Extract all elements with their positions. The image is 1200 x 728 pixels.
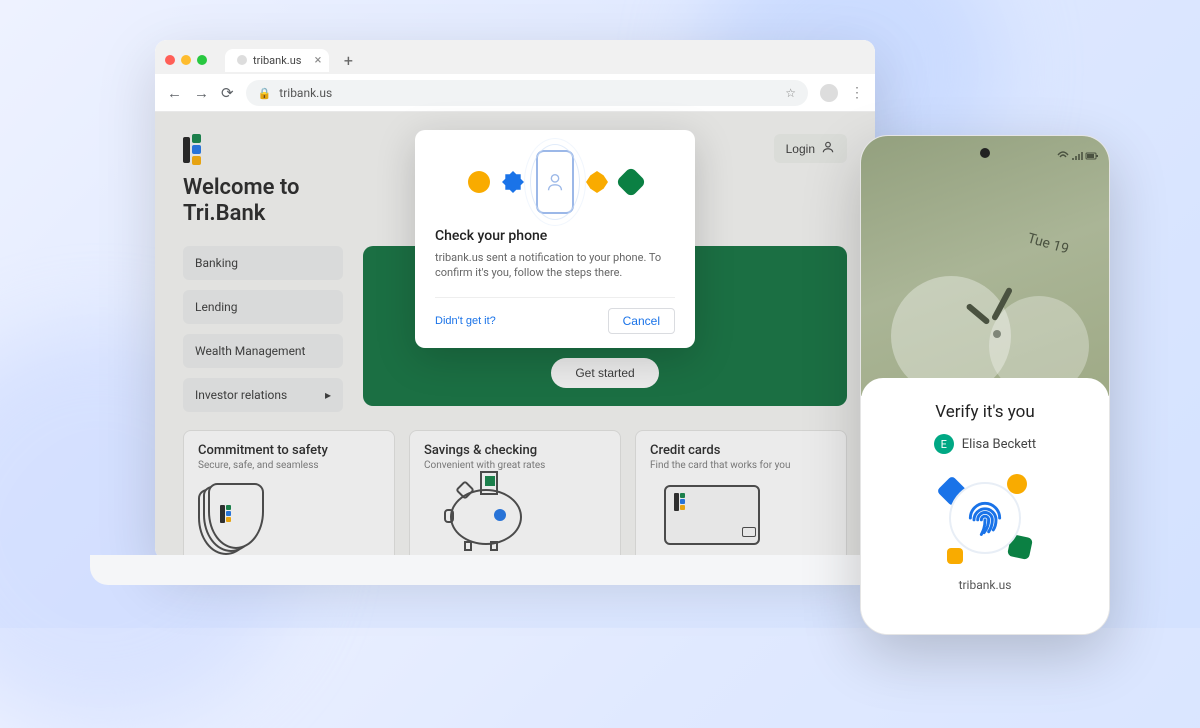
- dialog-title: Check your phone: [435, 228, 675, 244]
- chevron-right-icon: ▸: [325, 388, 331, 402]
- signal-icon: [1071, 146, 1081, 156]
- verify-site-label: tribank.us: [881, 578, 1089, 592]
- wifi-icon: [1057, 146, 1067, 156]
- shield-illustration: [198, 481, 380, 560]
- menu-item-banking[interactable]: Banking: [183, 246, 343, 280]
- user-row: E Elisa Beckett: [881, 434, 1089, 454]
- phone-frame: Tue 19 Verify it's you E Elisa Beckett: [860, 135, 1110, 635]
- address-text: tribank.us: [279, 86, 332, 100]
- verify-sheet: Verify it's you E Elisa Beckett tribank.…: [861, 378, 1109, 635]
- phone-wallpaper: Tue 19: [861, 136, 1109, 396]
- user-avatar-icon: E: [934, 434, 954, 454]
- battery-icon: [1085, 146, 1095, 156]
- browser-menu-icon[interactable]: ⋮: [850, 85, 863, 101]
- card-subtitle: Secure, safe, and seamless: [198, 460, 380, 471]
- feature-cards: Commitment to safety Secure, safe, and s…: [183, 430, 847, 560]
- card-subtitle: Convenient with great rates: [424, 460, 606, 471]
- dialog-illustration: [435, 150, 675, 214]
- card-subtitle: Find the card that works for you: [650, 460, 832, 471]
- diamond-icon: [615, 166, 646, 197]
- user-name: Elisa Beckett: [962, 437, 1036, 452]
- dialog-actions: Didn't get it? Cancel: [435, 297, 675, 334]
- get-started-button[interactable]: Get started: [551, 358, 658, 388]
- favicon-icon: [237, 55, 247, 65]
- lock-icon: 🔒: [258, 87, 272, 100]
- creditcard-illustration: [650, 481, 832, 560]
- bookmark-star-icon[interactable]: ☆: [785, 86, 796, 100]
- circle-icon: [1007, 474, 1027, 494]
- cancel-button[interactable]: Cancel: [608, 308, 675, 334]
- fingerprint-button[interactable]: [939, 472, 1031, 564]
- phone-status-icons: [1057, 146, 1095, 156]
- close-window-icon[interactable]: [165, 55, 175, 65]
- fingerprint-icon: [949, 482, 1021, 554]
- browser-chrome: tribank.us × + ← → ⟳ 🔒 tribank.us ☆ ⋮: [155, 40, 875, 112]
- browser-toolbar: ← → ⟳ 🔒 tribank.us ☆ ⋮: [155, 74, 875, 112]
- user-icon: [821, 140, 835, 157]
- browser-tab[interactable]: tribank.us ×: [225, 49, 329, 72]
- menu-item-lending[interactable]: Lending: [183, 290, 343, 324]
- card-title: Savings & checking: [424, 443, 606, 458]
- card-safety[interactable]: Commitment to safety Secure, safe, and s…: [183, 430, 395, 560]
- new-tab-button[interactable]: +: [337, 49, 359, 71]
- dialog-body: tribank.us sent a notification to your p…: [435, 250, 675, 281]
- browser-tabbar: tribank.us × +: [155, 40, 875, 74]
- piggybank-illustration: [424, 481, 606, 560]
- profile-avatar-icon[interactable]: [820, 84, 838, 102]
- side-menu: Banking Lending Wealth Management Invest…: [183, 246, 343, 412]
- minimize-window-icon[interactable]: [181, 55, 191, 65]
- card-credit[interactable]: Credit cards Find the card that works fo…: [635, 430, 847, 560]
- didnt-get-it-link[interactable]: Didn't get it?: [435, 315, 496, 327]
- window-controls[interactable]: [165, 55, 207, 65]
- phone-camera-icon: [980, 148, 990, 158]
- address-bar[interactable]: 🔒 tribank.us ☆: [246, 80, 808, 106]
- quatrefoil-icon: [586, 171, 608, 193]
- laptop-base: [90, 555, 940, 585]
- circle-icon: [468, 171, 490, 193]
- card-title: Commitment to safety: [198, 443, 380, 458]
- card-title: Credit cards: [650, 443, 832, 458]
- lockscreen-date: Tue 19: [1026, 231, 1071, 258]
- login-button[interactable]: Login: [774, 134, 847, 163]
- close-tab-icon[interactable]: ×: [315, 53, 322, 68]
- forward-icon[interactable]: →: [194, 84, 209, 102]
- menu-item-wealth[interactable]: Wealth Management: [183, 334, 343, 368]
- phone-outline-icon: [536, 150, 574, 214]
- verify-title: Verify it's you: [881, 402, 1089, 422]
- maximize-window-icon[interactable]: [197, 55, 207, 65]
- check-phone-dialog: Check your phone tribank.us sent a notif…: [415, 130, 695, 348]
- lockscreen-clock-icon: [951, 256, 1031, 336]
- reload-icon[interactable]: ⟳: [221, 84, 234, 102]
- menu-item-investor[interactable]: Investor relations▸: [183, 378, 343, 412]
- tribank-logo: [183, 134, 201, 165]
- card-savings[interactable]: Savings & checking Convenient with great…: [409, 430, 621, 560]
- login-label: Login: [786, 142, 815, 156]
- flower-icon: [502, 171, 524, 193]
- tab-title: tribank.us: [253, 54, 301, 67]
- back-icon[interactable]: ←: [167, 84, 182, 102]
- square-icon: [947, 548, 963, 564]
